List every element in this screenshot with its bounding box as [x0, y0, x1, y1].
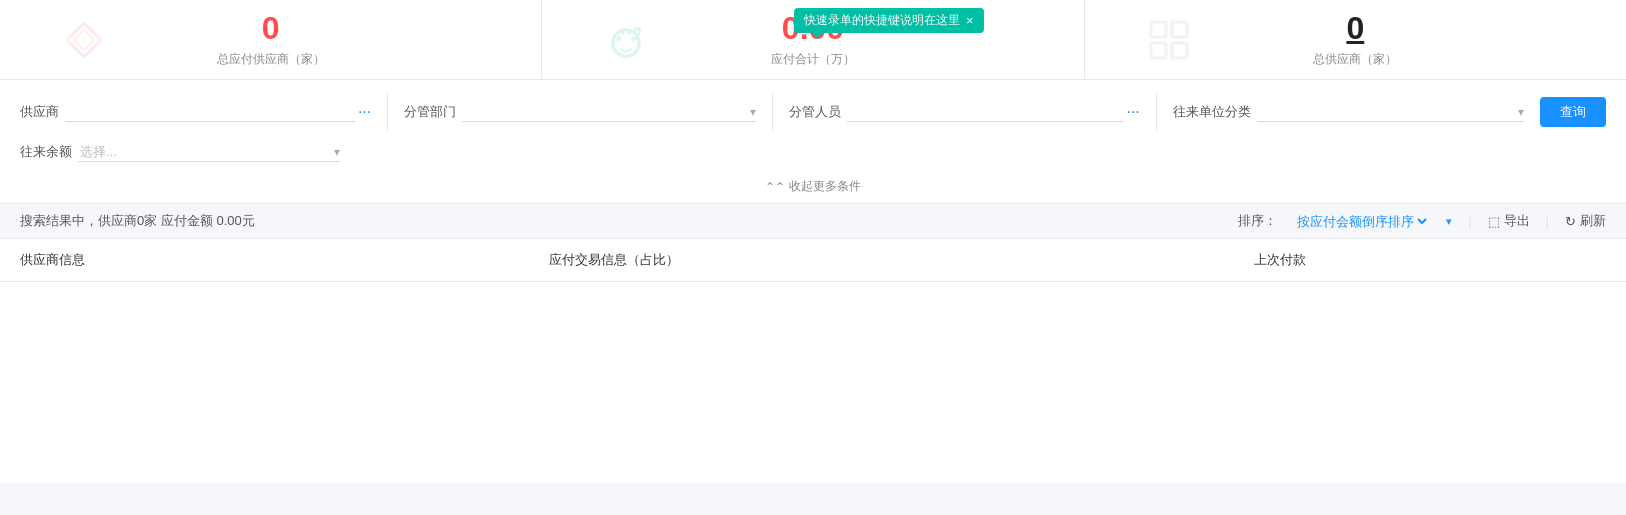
balance-label: 往来余额	[20, 143, 72, 161]
divider-refresh: |	[1546, 214, 1549, 229]
export-icon: ⬚	[1488, 214, 1500, 229]
payable-amount-label: 应付合计（万）	[771, 51, 855, 68]
supplier-input[interactable]	[65, 102, 356, 122]
divider-export: |	[1468, 214, 1471, 229]
result-info: 搜索结果中，供应商0家 应付金额 0.00元	[20, 212, 255, 230]
person-input[interactable]	[847, 102, 1125, 122]
table-col-supplier: 供应商信息	[20, 251, 549, 269]
payable-suppliers-number: 0	[262, 11, 280, 46]
svg-point-5	[622, 31, 626, 35]
divider-1	[387, 92, 388, 132]
collapse-button[interactable]: ⌃⌃ 收起更多条件	[20, 172, 1606, 203]
payable-suppliers-label: 总应付供应商（家）	[217, 51, 325, 68]
sort-chevron-icon: ▾	[1446, 215, 1452, 228]
person-label: 分管人员	[789, 103, 841, 121]
filter-unit: 往来单位分类 ▾	[1173, 102, 1524, 122]
supplier-label: 供应商	[20, 103, 59, 121]
tooltip-badge: 快速录单的快捷键说明在这里 ×	[794, 8, 984, 33]
svg-point-3	[617, 36, 622, 41]
svg-point-2	[613, 29, 639, 55]
refresh-button[interactable]: ↻ 刷新	[1565, 212, 1606, 230]
table-col-transaction: 应付交易信息（占比）	[549, 251, 1254, 269]
stats-bar: 0 总应付供应商（家） 快速录单的快捷键说明在这里 × 0.00 应付合计（万）	[0, 0, 1626, 80]
svg-rect-10	[1172, 43, 1187, 58]
tooltip-close-button[interactable]: ×	[966, 14, 974, 27]
stat-payable-amount: 快速录单的快捷键说明在这里 × 0.00 应付合计（万）	[542, 0, 1084, 79]
query-button[interactable]: 查询	[1540, 97, 1606, 127]
collapse-up-icon: ⌃⌃	[765, 180, 785, 194]
total-suppliers-label: 总供应商（家）	[1313, 51, 1397, 68]
svg-point-6	[628, 31, 632, 35]
table-col-last-payment: 上次付款	[1254, 251, 1606, 269]
svg-rect-9	[1151, 43, 1166, 58]
grid-icon	[1145, 16, 1193, 64]
result-bar: 搜索结果中，供应商0家 应付金额 0.00元 排序： 按应付会额倒序排序 ▾ |…	[0, 204, 1626, 239]
export-label: 导出	[1504, 212, 1530, 230]
divider-3	[1156, 92, 1157, 132]
unit-select-wrap: ▾	[1257, 102, 1524, 122]
filter-supplier: 供应商 ···	[20, 102, 371, 122]
pig-icon	[602, 16, 650, 64]
svg-rect-8	[1172, 22, 1187, 37]
stat-total-suppliers: 0 总供应商（家）	[1085, 0, 1626, 79]
table-body	[0, 282, 1626, 482]
divider-2	[772, 92, 773, 132]
refresh-label: 刷新	[1580, 212, 1606, 230]
total-suppliers-number: 0	[1346, 11, 1364, 46]
tooltip-text: 快速录单的快捷键说明在这里	[804, 12, 960, 29]
sort-prefix: 排序：	[1238, 212, 1277, 230]
filter-person: 分管人员 ···	[789, 102, 1140, 122]
filter-row-2: 往来余额 ▾ 选择...	[20, 142, 340, 162]
department-select[interactable]	[462, 102, 755, 122]
svg-rect-0	[67, 23, 101, 57]
collapse-label: 收起更多条件	[789, 178, 861, 195]
filter-bar: 供应商 ··· 分管部门 ▾ 分管人员 ···	[0, 80, 1626, 204]
refresh-icon: ↻	[1565, 214, 1576, 229]
department-label: 分管部门	[404, 103, 456, 121]
filter-row-1: 供应商 ··· 分管部门 ▾ 分管人员 ···	[20, 92, 1606, 132]
person-more-icon[interactable]: ···	[1126, 103, 1139, 121]
supplier-more-icon[interactable]: ···	[358, 103, 371, 121]
stat-payable-suppliers: 0 总应付供应商（家）	[0, 0, 542, 79]
sort-select[interactable]: 按应付会额倒序排序	[1293, 213, 1430, 230]
unit-label: 往来单位分类	[1173, 103, 1251, 121]
export-button[interactable]: ⬚ 导出	[1488, 212, 1530, 230]
department-select-wrap: ▾	[462, 102, 755, 122]
table-header: 供应商信息 应付交易信息（占比） 上次付款	[0, 239, 1626, 282]
unit-select[interactable]	[1257, 102, 1524, 122]
balance-select[interactable]	[78, 142, 340, 162]
diamond-icon	[60, 16, 108, 64]
svg-rect-1	[74, 29, 94, 49]
person-input-wrap: ···	[847, 102, 1140, 122]
filter-department: 分管部门 ▾	[404, 102, 755, 122]
svg-rect-7	[1151, 22, 1166, 37]
result-actions: 排序： 按应付会额倒序排序 ▾ | ⬚ 导出 | ↻ 刷新	[1238, 212, 1606, 230]
supplier-input-wrap: ···	[65, 102, 371, 122]
filter-balance: 往来余额 ▾ 选择...	[20, 142, 340, 162]
balance-select-wrap: ▾ 选择...	[78, 142, 340, 162]
